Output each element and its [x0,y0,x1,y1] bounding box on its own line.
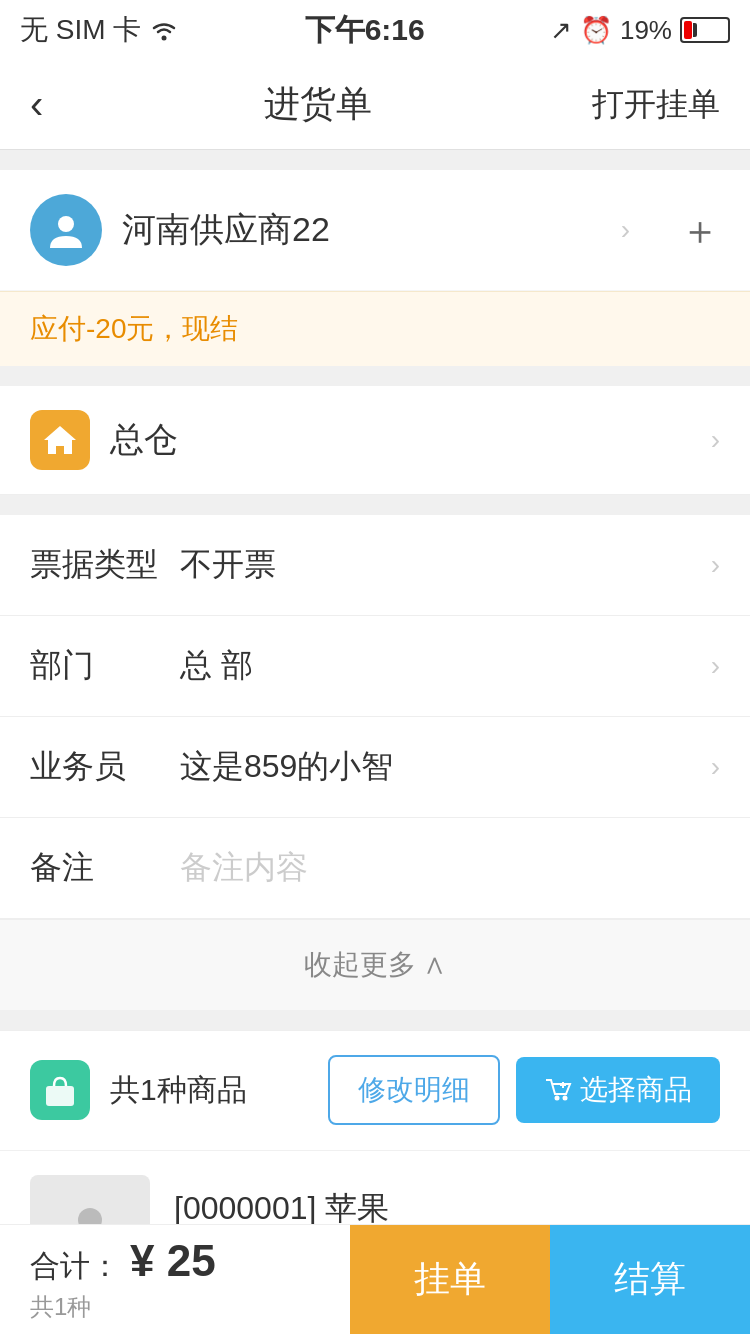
bottom-bar: 合计： ¥ 25 共1种 挂单 结算 [0,1224,750,1334]
select-product-button[interactable]: 选择商品 [516,1057,720,1123]
product-header: 共1种商品 修改明细 选择商品 [0,1030,750,1149]
home-icon [42,422,78,458]
department-chevron-icon: › [711,650,720,682]
salesperson-value: 这是859的小智 [160,745,711,789]
hang-order-button[interactable]: 挂单 [350,1225,550,1334]
bag-icon [42,1072,78,1108]
total-amount: ¥ 25 [130,1236,216,1286]
warehouse-icon [30,410,90,470]
nav-bar: ‹ 进货单 打开挂单 [0,60,750,150]
supplier-row[interactable]: 河南供应商22 › ＋ [0,170,750,291]
total-section: 合计： ¥ 25 共1种 [0,1225,350,1334]
checkout-button[interactable]: 结算 [550,1225,750,1334]
page-title: 进货单 [264,80,372,129]
warehouse-chevron-icon: › [711,424,720,456]
remark-row[interactable]: 备注 备注内容 [0,818,750,919]
ticket-type-row[interactable]: 票据类型 不开票 › [0,515,750,616]
edit-detail-button[interactable]: 修改明细 [328,1055,500,1125]
svg-point-4 [563,1096,568,1101]
ticket-type-value: 不开票 [160,543,711,587]
warehouse-name: 总仓 [110,417,711,463]
salesperson-chevron-icon: › [711,751,720,783]
warehouse-row[interactable]: 总仓 › [0,386,750,495]
status-time: 下午6:16 [305,10,425,51]
product-icon [30,1060,90,1120]
supplier-chevron-icon: › [621,214,630,246]
supplier-avatar [30,194,102,266]
form-section: 票据类型 不开票 › 部门 总 部 › 业务员 这是859的小智 › 备注 备注… [0,515,750,1010]
department-value: 总 部 [160,644,711,688]
top-divider [0,150,750,170]
back-button[interactable]: ‹ [30,82,43,127]
total-label: 合计： [30,1246,120,1287]
department-row[interactable]: 部门 总 部 › [0,616,750,717]
svg-rect-2 [46,1086,74,1106]
status-carrier: 无 SIM 卡 [20,11,179,49]
add-button[interactable]: ＋ [660,203,720,258]
location-icon: ↗ [550,15,572,46]
ticket-type-chevron-icon: › [711,549,720,581]
remark-input[interactable]: 备注内容 [160,846,720,890]
svg-point-0 [162,36,167,41]
svg-point-1 [58,216,74,232]
wifi-icon [149,19,179,41]
divider-3 [0,1010,750,1030]
ticket-type-label: 票据类型 [30,543,160,587]
total-sub: 共1种 [30,1291,320,1323]
divider-2 [0,495,750,515]
supplier-name: 河南供应商22 [122,207,621,253]
divider-1 [0,366,750,386]
status-right: ↗ ⏰ 19% [550,15,730,46]
svg-point-3 [555,1096,560,1101]
department-label: 部门 [30,644,160,688]
cart-icon [544,1076,572,1104]
payment-info-banner: 应付-20元，现结 [0,291,750,366]
battery-text: 19% [620,15,672,46]
collapse-toggle[interactable]: 收起更多 ∧ [0,919,750,1010]
remark-label: 备注 [30,846,160,890]
product-count: 共1种商品 [110,1070,328,1111]
salesperson-label: 业务员 [30,745,160,789]
open-pending-button[interactable]: 打开挂单 [592,83,720,127]
status-bar: 无 SIM 卡 下午6:16 ↗ ⏰ 19% [0,0,750,60]
battery-icon [680,17,730,43]
salesperson-row[interactable]: 业务员 这是859的小智 › [0,717,750,818]
alarm-icon: ⏰ [580,15,612,46]
user-icon [46,210,86,250]
